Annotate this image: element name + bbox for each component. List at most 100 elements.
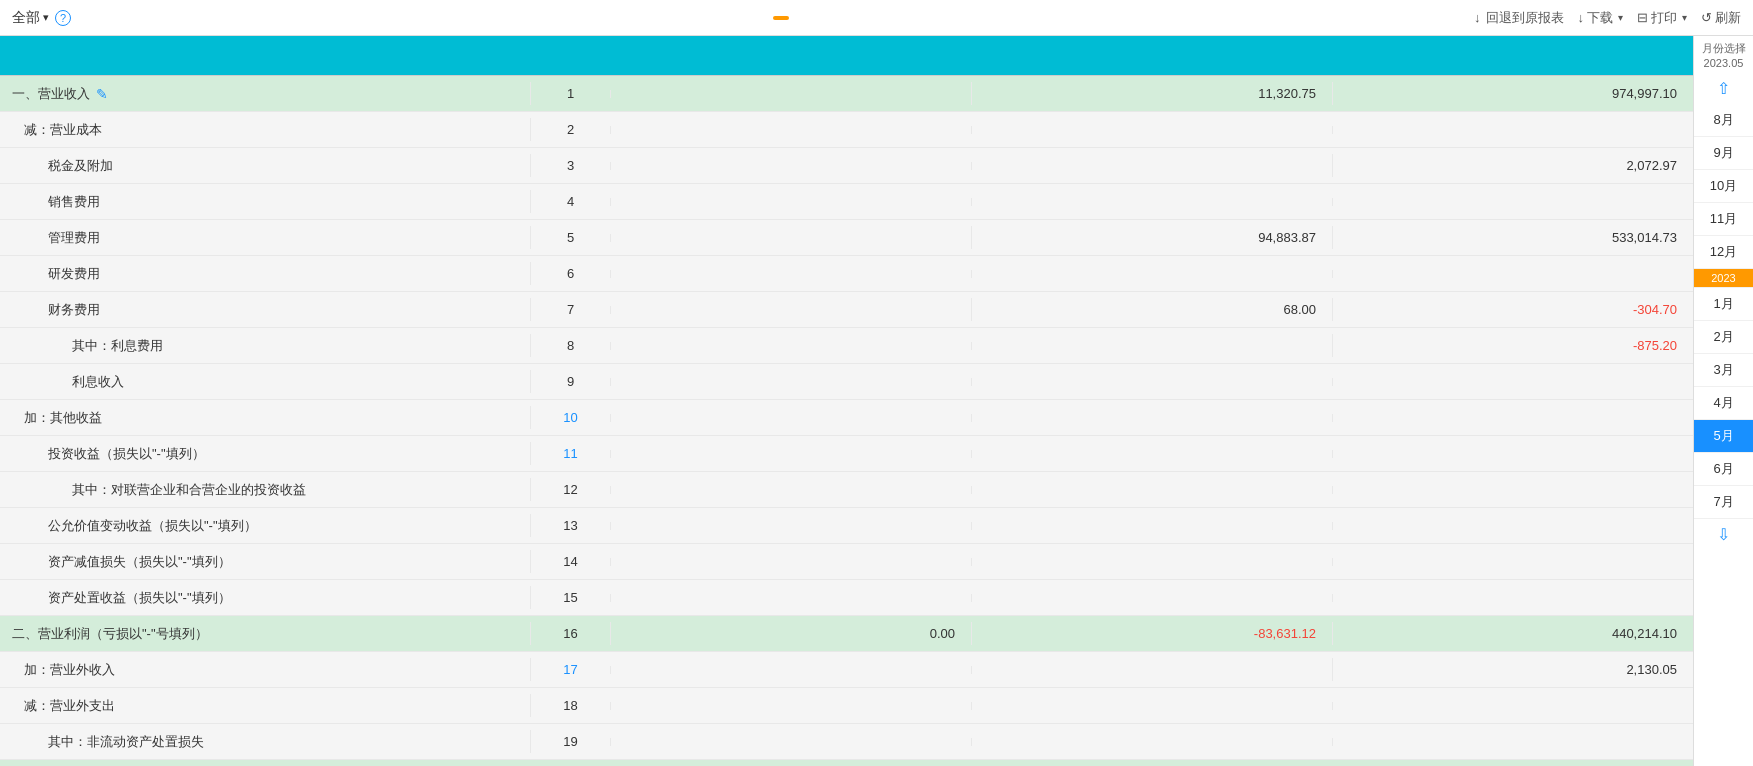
row-item-label: 一、营业收入 ✎ xyxy=(0,81,530,107)
print-btn[interactable]: ⊟ 打印 ▾ xyxy=(1637,9,1687,27)
month-item[interactable]: 10月 xyxy=(1694,170,1753,203)
row-line-no: 10 xyxy=(530,406,610,429)
scope-dropdown-icon: ▾ xyxy=(43,11,49,24)
row-last-year: 2,072.97 xyxy=(1332,154,1693,177)
row-last-year xyxy=(1332,594,1693,602)
month-item[interactable]: 9月 xyxy=(1694,137,1753,170)
row-line-no: 3 xyxy=(530,154,610,177)
table-row: 研发费用 6 xyxy=(0,256,1693,292)
row-year-total xyxy=(971,702,1332,710)
row-item-label: 加：营业外收入 xyxy=(0,657,530,683)
row-last-year xyxy=(1332,198,1693,206)
row-current-month xyxy=(610,378,971,386)
month-item[interactable]: 8月 xyxy=(1694,104,1753,137)
table-row: 三、利润总额（亏损总额以"-"号填列） 20 0.00 -83,631.12 4… xyxy=(0,760,1693,766)
download-dropdown-icon: ▾ xyxy=(1618,12,1623,23)
row-current-month xyxy=(610,342,971,350)
row-year-total: 68.00 xyxy=(971,298,1332,321)
table-row: 加：其他收益 10 xyxy=(0,400,1693,436)
row-last-year xyxy=(1332,126,1693,134)
row-line-no: 14 xyxy=(530,550,610,573)
back-icon: ↓ xyxy=(1474,10,1481,25)
row-item-label: 其中：利息费用 xyxy=(0,333,530,359)
row-item-label: 利息收入 xyxy=(0,369,530,395)
row-year-total xyxy=(971,198,1332,206)
row-current-month xyxy=(610,126,971,134)
row-last-year: -875.20 xyxy=(1332,334,1693,357)
row-current-month xyxy=(610,270,971,278)
row-item-label: 研发费用 xyxy=(0,261,530,287)
table-row: 投资收益（损失以"-"填列） 11 xyxy=(0,436,1693,472)
row-item-label: 减：营业成本 xyxy=(0,117,530,143)
back-btn[interactable]: ↓ 回退到原报表 xyxy=(1474,9,1564,27)
table-row: 二、营业利润（亏损以"-"号填列） 16 0.00 -83,631.12 440… xyxy=(0,616,1693,652)
month-item[interactable]: 11月 xyxy=(1694,203,1753,236)
row-current-month xyxy=(610,90,971,98)
row-line-no: 11 xyxy=(530,442,610,465)
row-item-label: 公允价值变动收益（损失以"-"填列） xyxy=(0,513,530,539)
row-current-month xyxy=(610,558,971,566)
month-item[interactable]: 2月 xyxy=(1694,321,1753,354)
row-year-total: 94,883.87 xyxy=(971,226,1332,249)
row-year-total xyxy=(971,414,1332,422)
row-item-label: 销售费用 xyxy=(0,189,530,215)
table-body: 一、营业收入 ✎ 1 11,320.75 974,997.10 减：营业成本 2… xyxy=(0,76,1693,766)
month-item[interactable]: 2023 xyxy=(1694,269,1753,288)
table-row: 税金及附加 3 2,072.97 xyxy=(0,148,1693,184)
month-item[interactable]: 7月 xyxy=(1694,486,1753,519)
table-row: 资产处置收益（损失以"-"填列） 15 xyxy=(0,580,1693,616)
table-row: 其中：利息费用 8 -875.20 xyxy=(0,328,1693,364)
edit-icon[interactable]: ✎ xyxy=(96,86,108,102)
row-year-total xyxy=(971,378,1332,386)
month-item[interactable]: 6月 xyxy=(1694,453,1753,486)
row-current-month xyxy=(610,306,971,314)
help-icon[interactable]: ? xyxy=(55,10,71,26)
row-last-year xyxy=(1332,702,1693,710)
row-last-year: 974,997.10 xyxy=(1332,82,1693,105)
row-last-year xyxy=(1332,414,1693,422)
print-dropdown-icon: ▾ xyxy=(1682,12,1687,23)
row-current-month xyxy=(610,450,971,458)
month-item[interactable]: 5月 xyxy=(1694,420,1753,453)
content-area: 一、营业收入 ✎ 1 11,320.75 974,997.10 减：营业成本 2… xyxy=(0,36,1693,766)
row-current-month xyxy=(610,702,971,710)
row-line-no: 7 xyxy=(530,298,610,321)
row-current-month xyxy=(610,738,971,746)
month-sidebar-date: 2023.05 xyxy=(1704,57,1744,73)
print-icon: ⊟ xyxy=(1637,10,1648,25)
row-current-month xyxy=(610,486,971,494)
row-year-total xyxy=(971,126,1332,134)
row-year-total xyxy=(971,342,1332,350)
month-item[interactable]: 4月 xyxy=(1694,387,1753,420)
month-prev-btn[interactable]: ⇧ xyxy=(1694,73,1753,104)
row-line-no: 19 xyxy=(530,730,610,753)
scope-selector[interactable]: 全部 ▾ xyxy=(12,9,49,27)
month-sidebar: 月份选择 2023.05 ⇧ 8月9月10月11月12月20231月2月3月4月… xyxy=(1693,36,1753,766)
row-line-no: 2 xyxy=(530,118,610,141)
month-item[interactable]: 12月 xyxy=(1694,236,1753,269)
month-next-btn[interactable]: ⇩ xyxy=(1694,519,1753,550)
month-sidebar-title: 月份选择 xyxy=(1702,36,1746,57)
table-row: 管理费用 5 94,883.87 533,014.73 xyxy=(0,220,1693,256)
row-line-no: 16 xyxy=(530,622,610,645)
row-year-total xyxy=(971,270,1332,278)
refresh-btn[interactable]: ↺ 刷新 xyxy=(1701,9,1741,27)
month-item[interactable]: 3月 xyxy=(1694,354,1753,387)
row-line-no: 15 xyxy=(530,586,610,609)
row-item-label: 其中：非流动资产处置损失 xyxy=(0,729,530,755)
row-current-month xyxy=(610,234,971,242)
top-bar-actions: ↓ 回退到原报表 ↓ 下载 ▾ ⊟ 打印 ▾ ↺ 刷新 xyxy=(1474,9,1741,27)
row-current-month xyxy=(610,162,971,170)
main-layout: 一、营业收入 ✎ 1 11,320.75 974,997.10 减：营业成本 2… xyxy=(0,36,1753,766)
month-nav: 8月9月10月11月12月20231月2月3月4月5月6月7月 xyxy=(1694,104,1753,519)
row-last-year xyxy=(1332,738,1693,746)
row-current-month xyxy=(610,594,971,602)
row-last-year xyxy=(1332,522,1693,530)
row-year-total: 11,320.75 xyxy=(971,82,1332,105)
month-item[interactable]: 1月 xyxy=(1694,288,1753,321)
row-line-no: 6 xyxy=(530,262,610,285)
row-last-year: -304.70 xyxy=(1332,298,1693,321)
table-row: 一、营业收入 ✎ 1 11,320.75 974,997.10 xyxy=(0,76,1693,112)
download-btn[interactable]: ↓ 下载 ▾ xyxy=(1578,9,1624,27)
table-row: 资产减值损失（损失以"-"填列） 14 xyxy=(0,544,1693,580)
